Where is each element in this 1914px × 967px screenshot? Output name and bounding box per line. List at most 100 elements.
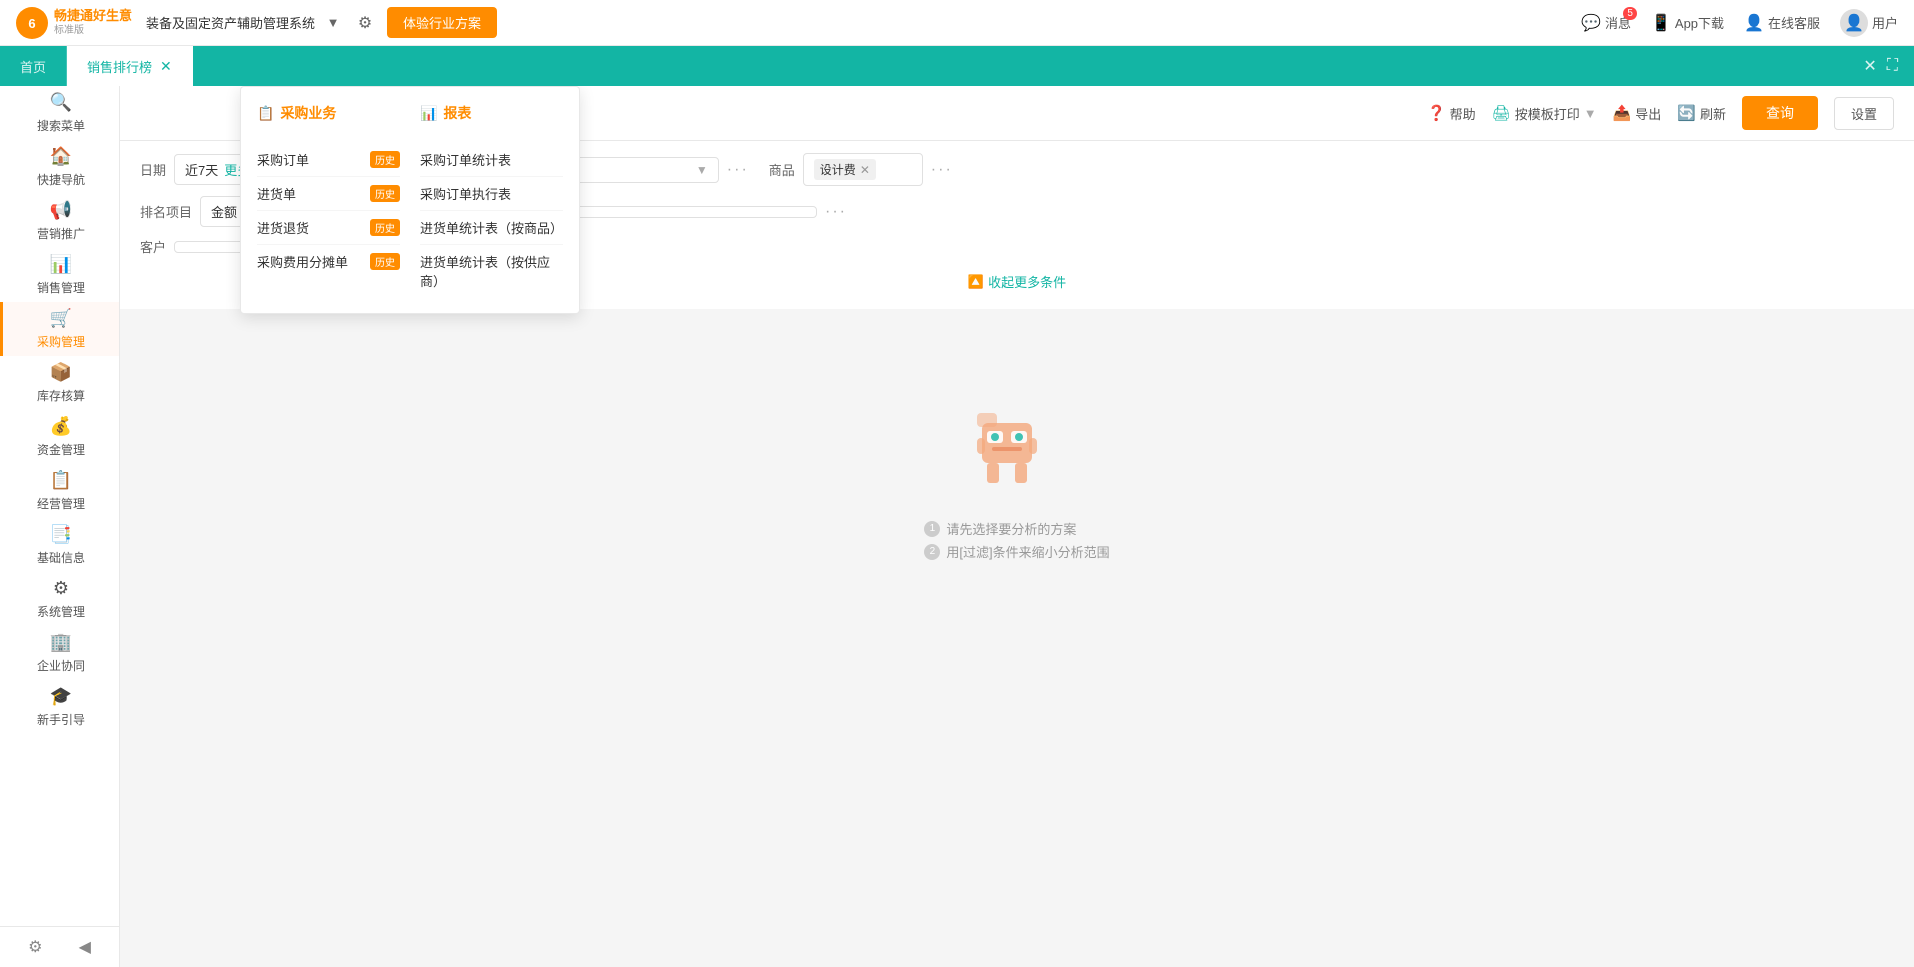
print-dropdown-icon[interactable]: ▼ — [1584, 106, 1597, 121]
refresh-icon: 🔄 — [1677, 104, 1696, 122]
finance-icon: 💰 — [50, 416, 72, 437]
system-icon: ⚙ — [53, 578, 69, 599]
inbound-history-tag: 历史 — [370, 185, 400, 202]
purchase-col-label: 采购业务 — [280, 103, 336, 123]
industry-button[interactable]: 体验行业方案 — [387, 7, 497, 38]
empty-state: 1 请先选择要分析的方案 2 用[过滤]条件来缩小分析范围 — [120, 309, 1914, 659]
tab-home[interactable]: 首页 — [0, 46, 67, 86]
tab-home-label: 首页 — [20, 57, 46, 76]
app-download-button[interactable]: 📱 App下载 — [1651, 13, 1724, 33]
filter-goods: 商品 设计费 ✕ ··· — [769, 153, 953, 186]
tab-close-button[interactable]: ✕ — [160, 58, 172, 75]
sidebar-label-enterprise: 企业协同 — [37, 657, 85, 674]
print-icon: 🖨 — [1492, 104, 1511, 122]
sidebar-item-quick-nav[interactable]: 🏠 快捷导航 — [0, 140, 119, 194]
dropdown-overlay: 📋 采购业务 采购订单 历史 进货单 历史 进货退货 历史 — [240, 86, 580, 314]
settings-button[interactable]: 设置 — [1834, 97, 1894, 130]
sidebar-item-basic-info[interactable]: 📑 基础信息 — [0, 518, 119, 572]
purchase-icon: 🛒 — [50, 308, 72, 329]
online-service-label: 在线客服 — [1768, 13, 1820, 32]
home-icon: 🏠 — [50, 146, 72, 167]
main-layout: 🔍 搜索菜单 🏠 快捷导航 📢 营销推广 📊 销售管理 🛒 采购管理 📦 库存核… — [0, 86, 1914, 967]
sidebar-label-quick-nav: 快捷导航 — [37, 171, 85, 188]
sidebar-label-basic-info: 基础信息 — [37, 549, 85, 566]
dropdown-inbound-stats-supplier[interactable]: 进货单统计表（按供应商） — [420, 245, 563, 297]
inventory-icon: 📦 — [50, 362, 72, 383]
sidebar-label-operations: 经营管理 — [37, 495, 85, 512]
voucher-status-more-button[interactable]: ··· — [727, 161, 749, 179]
sidebar-item-enterprise[interactable]: 🏢 企业协同 — [0, 626, 119, 680]
salesperson-input[interactable] — [557, 206, 817, 218]
sidebar-item-search-menu[interactable]: 🔍 搜索菜单 — [0, 86, 119, 140]
dropdown-inbound-return[interactable]: 进货退货 历史 — [257, 211, 400, 245]
help-button[interactable]: ❓ 帮助 — [1427, 104, 1476, 123]
system-settings-button[interactable]: ⚙ — [351, 9, 379, 37]
dropdown-inbound[interactable]: 进货单 历史 — [257, 177, 400, 211]
empty-illustration — [957, 403, 1077, 503]
message-button[interactable]: 💬 消息 5 — [1581, 13, 1631, 33]
dropdown-purchase-order-exec[interactable]: 采购订单执行表 — [420, 177, 563, 211]
inbound-stats-goods-label: 进货单统计表（按商品） — [420, 218, 563, 237]
dropdown-inbound-stats-goods[interactable]: 进货单统计表（按商品） — [420, 211, 563, 245]
svg-text:6: 6 — [28, 16, 35, 31]
salesperson-more-button[interactable]: ··· — [825, 203, 847, 221]
collapse-up-icon: 🔼 — [968, 274, 984, 290]
service-icon: 👤 — [1744, 13, 1764, 33]
customer-label: 客户 — [140, 237, 166, 256]
export-button[interactable]: 📤 导出 — [1613, 104, 1662, 123]
refresh-button[interactable]: 🔄 刷新 — [1677, 104, 1726, 123]
report-col-title: 📊 报表 — [420, 103, 563, 131]
app-download-label: App下载 — [1675, 13, 1724, 32]
logo-area: 6 畅捷通好生意 标准版 — [16, 7, 136, 39]
collapse-filter-button[interactable]: 🔼 收起更多条件 — [968, 272, 1066, 291]
tab-sales-ranking[interactable]: 销售排行榜 ✕ — [67, 46, 193, 86]
system-dropdown-button[interactable]: ▼ — [323, 13, 343, 33]
export-label: 导出 — [1635, 104, 1661, 123]
print-button[interactable]: 🖨 按模板打印 ▼ — [1492, 104, 1597, 123]
goods-input[interactable]: 设计费 ✕ — [803, 153, 923, 186]
sidebar-item-guide[interactable]: 🎓 新手引导 — [0, 680, 119, 734]
basic-info-icon: 📑 — [50, 524, 72, 545]
enterprise-icon: 🏢 — [50, 632, 72, 653]
refresh-label: 刷新 — [1700, 104, 1726, 123]
dropdown-purchase-expense[interactable]: 采购费用分摊单 历史 — [257, 245, 400, 278]
report-col-label: 报表 — [443, 103, 471, 123]
user-button[interactable]: 👤 用户 — [1840, 9, 1898, 37]
goods-tag-remove-button[interactable]: ✕ — [860, 163, 870, 177]
purchase-order-exec-label: 采购订单执行表 — [420, 184, 511, 203]
sidebar-item-sales[interactable]: 📊 销售管理 — [0, 248, 119, 302]
date-range-value: 近7天 — [185, 160, 218, 179]
logo-text: 畅捷通好生意 标准版 — [54, 8, 132, 38]
user-avatar: 👤 — [1840, 9, 1868, 37]
date-label: 日期 — [140, 160, 166, 179]
sidebar-item-operations[interactable]: 📋 经营管理 — [0, 464, 119, 518]
tab-expand-button[interactable]: ⛶ — [1887, 57, 1898, 75]
purchase-col-title: 📋 采购业务 — [257, 103, 400, 131]
sidebar-item-marketing[interactable]: 📢 营销推广 — [0, 194, 119, 248]
sidebar-item-purchase[interactable]: 🛒 采购管理 — [0, 302, 119, 356]
sidebar-label-sales: 销售管理 — [37, 279, 85, 296]
sidebar-bottom: ⚙ ◀ — [0, 926, 119, 967]
top-header: 6 畅捷通好生意 标准版 装备及固定资产辅助管理系统 ▼ ⚙ 体验行业方案 💬 … — [0, 0, 1914, 46]
query-button[interactable]: 查询 — [1742, 96, 1818, 130]
help-icon: ❓ — [1427, 104, 1446, 122]
sidebar-item-system[interactable]: ⚙ 系统管理 — [0, 572, 119, 626]
inbound-return-history-tag: 历史 — [370, 219, 400, 236]
sidebar-item-inventory[interactable]: 📦 库存核算 — [0, 356, 119, 410]
dropdown-purchase-order[interactable]: 采购订单 历史 — [257, 143, 400, 177]
phone-icon: 📱 — [1651, 13, 1671, 33]
dropdown-purchase-order-stats[interactable]: 采购订单统计表 — [420, 143, 563, 177]
tab-sales-ranking-label: 销售排行榜 — [87, 57, 152, 76]
rank-value: 金额 — [211, 202, 237, 221]
online-service-button[interactable]: 👤 在线客服 — [1744, 13, 1820, 33]
tab-close-all-button[interactable]: ✕ — [1863, 56, 1876, 76]
sidebar-settings-button[interactable]: ⚙ — [28, 937, 42, 957]
sidebar-label-marketing: 营销推广 — [37, 225, 85, 242]
print-label: 按模板打印 — [1515, 104, 1580, 123]
goods-more-button[interactable]: ··· — [931, 161, 953, 179]
sidebar-collapse-button[interactable]: ◀ — [79, 937, 91, 957]
sidebar-item-finance[interactable]: 💰 资金管理 — [0, 410, 119, 464]
purchase-col-icon: 📋 — [257, 105, 274, 122]
purchase-expense-history-tag: 历史 — [370, 253, 400, 270]
collapse-label: 收起更多条件 — [988, 272, 1066, 291]
